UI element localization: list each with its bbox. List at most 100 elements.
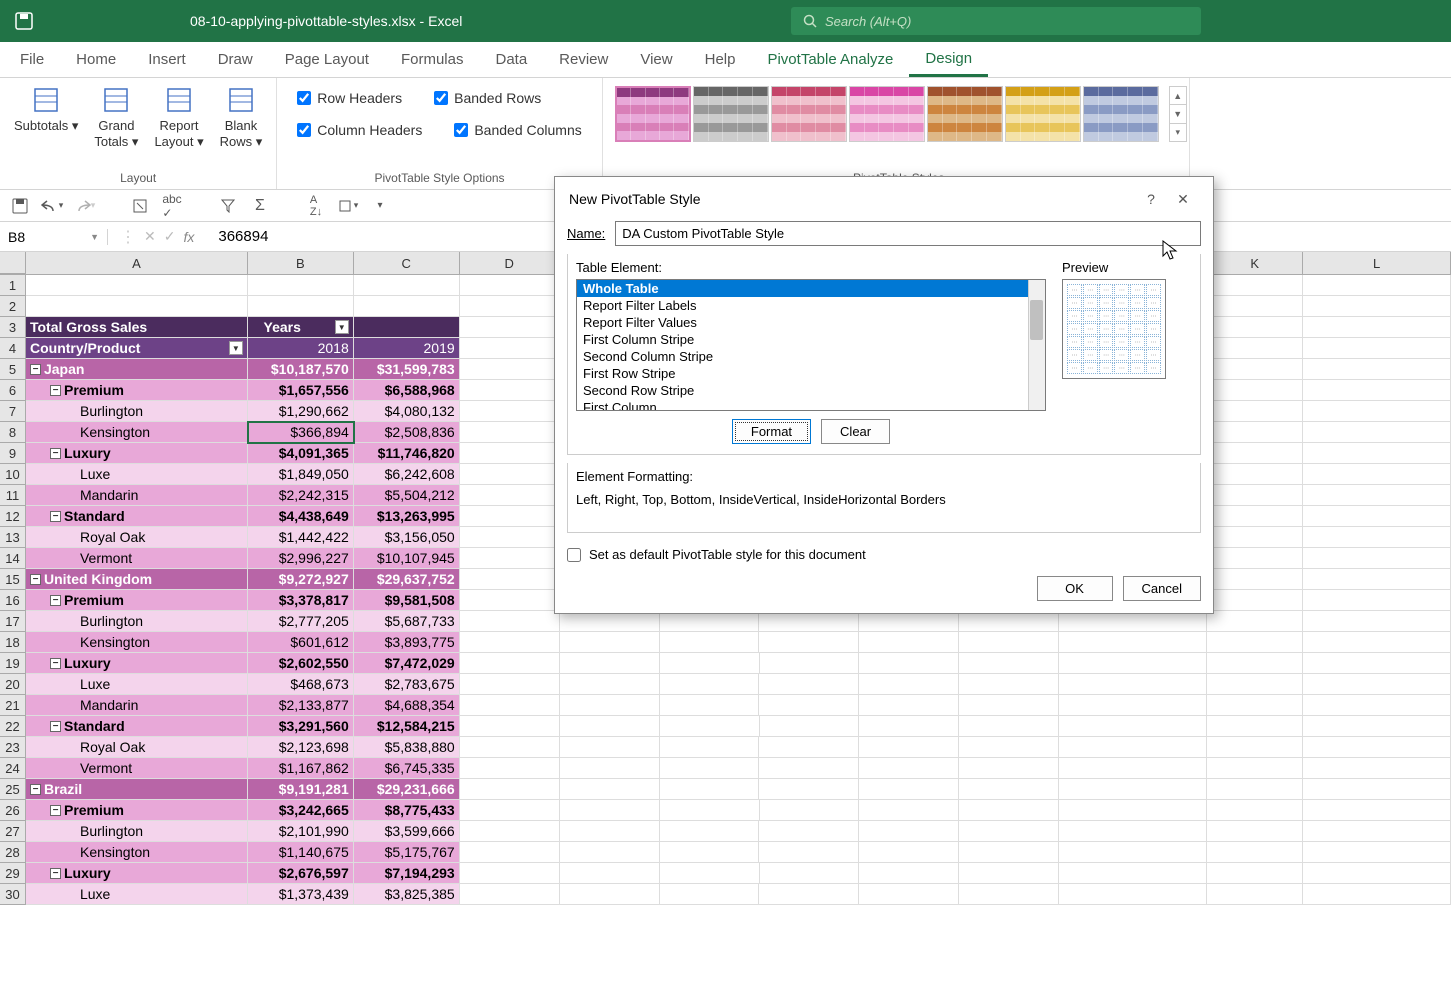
cell[interactable] xyxy=(560,611,660,632)
element-item[interactable]: First Row Stripe xyxy=(577,365,1045,382)
set-default-checkbox[interactable]: Set as default PivotTable style for this… xyxy=(567,541,1201,568)
pivot-value[interactable]: $2,123,698 xyxy=(248,737,354,758)
pivot-value[interactable]: $601,612 xyxy=(248,632,354,653)
subtotals-button[interactable]: Subtotals ▾ xyxy=(8,82,84,136)
tab-view[interactable]: View xyxy=(624,42,688,77)
cell[interactable] xyxy=(1207,569,1303,590)
cell[interactable] xyxy=(1303,359,1451,380)
cell[interactable] xyxy=(560,842,660,863)
row-header-11[interactable]: 11 xyxy=(0,485,26,506)
grand-totals-button[interactable]: GrandTotals ▾ xyxy=(88,82,144,151)
cell[interactable] xyxy=(1303,464,1451,485)
pivot-value[interactable]: $1,140,675 xyxy=(248,842,354,863)
cell[interactable] xyxy=(460,401,560,422)
pivot-row-label[interactable]: −United Kingdom xyxy=(26,569,248,590)
cell[interactable] xyxy=(1303,611,1451,632)
col-header-A[interactable]: A xyxy=(26,252,248,274)
cell[interactable] xyxy=(660,716,760,737)
cell[interactable] xyxy=(1207,800,1303,821)
cell[interactable] xyxy=(759,842,859,863)
cell[interactable] xyxy=(1059,674,1207,695)
pivot-value[interactable]: $2,101,990 xyxy=(248,821,354,842)
style-name-input[interactable] xyxy=(615,221,1201,246)
pivot-header[interactable] xyxy=(354,317,460,338)
element-item[interactable]: Second Row Stripe xyxy=(577,382,1045,399)
cell[interactable] xyxy=(760,800,860,821)
pivot-value[interactable]: $2,777,205 xyxy=(248,611,354,632)
pivot-value[interactable]: $2,602,550 xyxy=(248,653,354,674)
pivot-row-label[interactable]: −Premium xyxy=(26,380,248,401)
element-item[interactable]: Report Filter Labels xyxy=(577,297,1045,314)
pivot-years-filter[interactable]: Years▼ xyxy=(248,317,354,338)
cell[interactable] xyxy=(959,695,1059,716)
pivot-value[interactable]: $12,584,215 xyxy=(354,716,460,737)
pivot-value[interactable]: $6,745,335 xyxy=(354,758,460,779)
cell[interactable] xyxy=(759,758,859,779)
row-header-16[interactable]: 16 xyxy=(0,590,26,611)
cell[interactable] xyxy=(1207,296,1303,317)
cell[interactable] xyxy=(560,632,660,653)
cell[interactable] xyxy=(1303,863,1451,884)
style-thumb-5[interactable] xyxy=(1005,86,1081,142)
cell[interactable] xyxy=(959,674,1059,695)
cell[interactable] xyxy=(560,716,660,737)
cell[interactable] xyxy=(1303,485,1451,506)
pivot-value[interactable]: $3,156,050 xyxy=(354,527,460,548)
cell[interactable] xyxy=(959,737,1059,758)
row-header-27[interactable]: 27 xyxy=(0,821,26,842)
row-header-26[interactable]: 26 xyxy=(0,800,26,821)
cell[interactable] xyxy=(1303,590,1451,611)
cell[interactable] xyxy=(1207,779,1303,800)
tab-file[interactable]: File xyxy=(4,42,60,77)
cell[interactable] xyxy=(560,674,660,695)
element-item[interactable]: Report Filter Values xyxy=(577,314,1045,331)
pivot-value[interactable]: $4,688,354 xyxy=(354,695,460,716)
spelling-icon[interactable]: abc✓ xyxy=(160,194,184,218)
pivot-row-label[interactable]: Burlington xyxy=(26,611,248,632)
cell[interactable] xyxy=(1303,716,1451,737)
cell[interactable] xyxy=(859,863,959,884)
pivot-value[interactable]: $1,442,422 xyxy=(248,527,354,548)
cell[interactable] xyxy=(959,758,1059,779)
check-row-headers[interactable]: Row Headers xyxy=(297,90,402,106)
row-header-28[interactable]: 28 xyxy=(0,842,26,863)
row-header-10[interactable]: 10 xyxy=(0,464,26,485)
format-button[interactable]: Format xyxy=(732,419,811,444)
col-header-K[interactable]: K xyxy=(1207,252,1303,274)
touch-mode-icon[interactable] xyxy=(128,194,152,218)
cell[interactable] xyxy=(660,800,760,821)
col-header-D[interactable]: D xyxy=(460,252,560,274)
cell[interactable] xyxy=(859,800,959,821)
cell[interactable] xyxy=(660,695,760,716)
cell[interactable] xyxy=(1059,611,1207,632)
cell[interactable] xyxy=(460,548,560,569)
tab-design[interactable]: Design xyxy=(909,42,988,77)
cell[interactable] xyxy=(1059,884,1207,905)
pivot-value[interactable]: $7,472,029 xyxy=(354,653,460,674)
ok-button[interactable]: OK xyxy=(1037,576,1113,601)
pivot-row-label[interactable]: Burlington xyxy=(26,821,248,842)
cell[interactable] xyxy=(1207,590,1303,611)
cell[interactable] xyxy=(1207,884,1303,905)
element-item[interactable]: Second Column Stripe xyxy=(577,348,1045,365)
row-header-2[interactable]: 2 xyxy=(0,296,26,317)
tab-page-layout[interactable]: Page Layout xyxy=(269,42,385,77)
pivot-value[interactable]: $3,378,817 xyxy=(248,590,354,611)
pivot-value[interactable]: $11,746,820 xyxy=(354,443,460,464)
cell[interactable] xyxy=(460,506,560,527)
tab-draw[interactable]: Draw xyxy=(202,42,269,77)
cell[interactable] xyxy=(354,296,460,317)
enter-formula-icon[interactable]: ✓ xyxy=(164,228,176,245)
cancel-formula-icon[interactable]: ✕ xyxy=(144,228,156,245)
cell[interactable] xyxy=(1207,422,1303,443)
cell[interactable] xyxy=(760,716,860,737)
tab-help[interactable]: Help xyxy=(689,42,752,77)
pivot-value[interactable]: $10,107,945 xyxy=(354,548,460,569)
cell[interactable] xyxy=(859,653,959,674)
tab-insert[interactable]: Insert xyxy=(132,42,202,77)
tab-review[interactable]: Review xyxy=(543,42,624,77)
cell[interactable] xyxy=(660,611,760,632)
cell[interactable] xyxy=(1059,800,1207,821)
tab-pivottable-analyze[interactable]: PivotTable Analyze xyxy=(751,42,909,77)
cell[interactable] xyxy=(859,674,959,695)
